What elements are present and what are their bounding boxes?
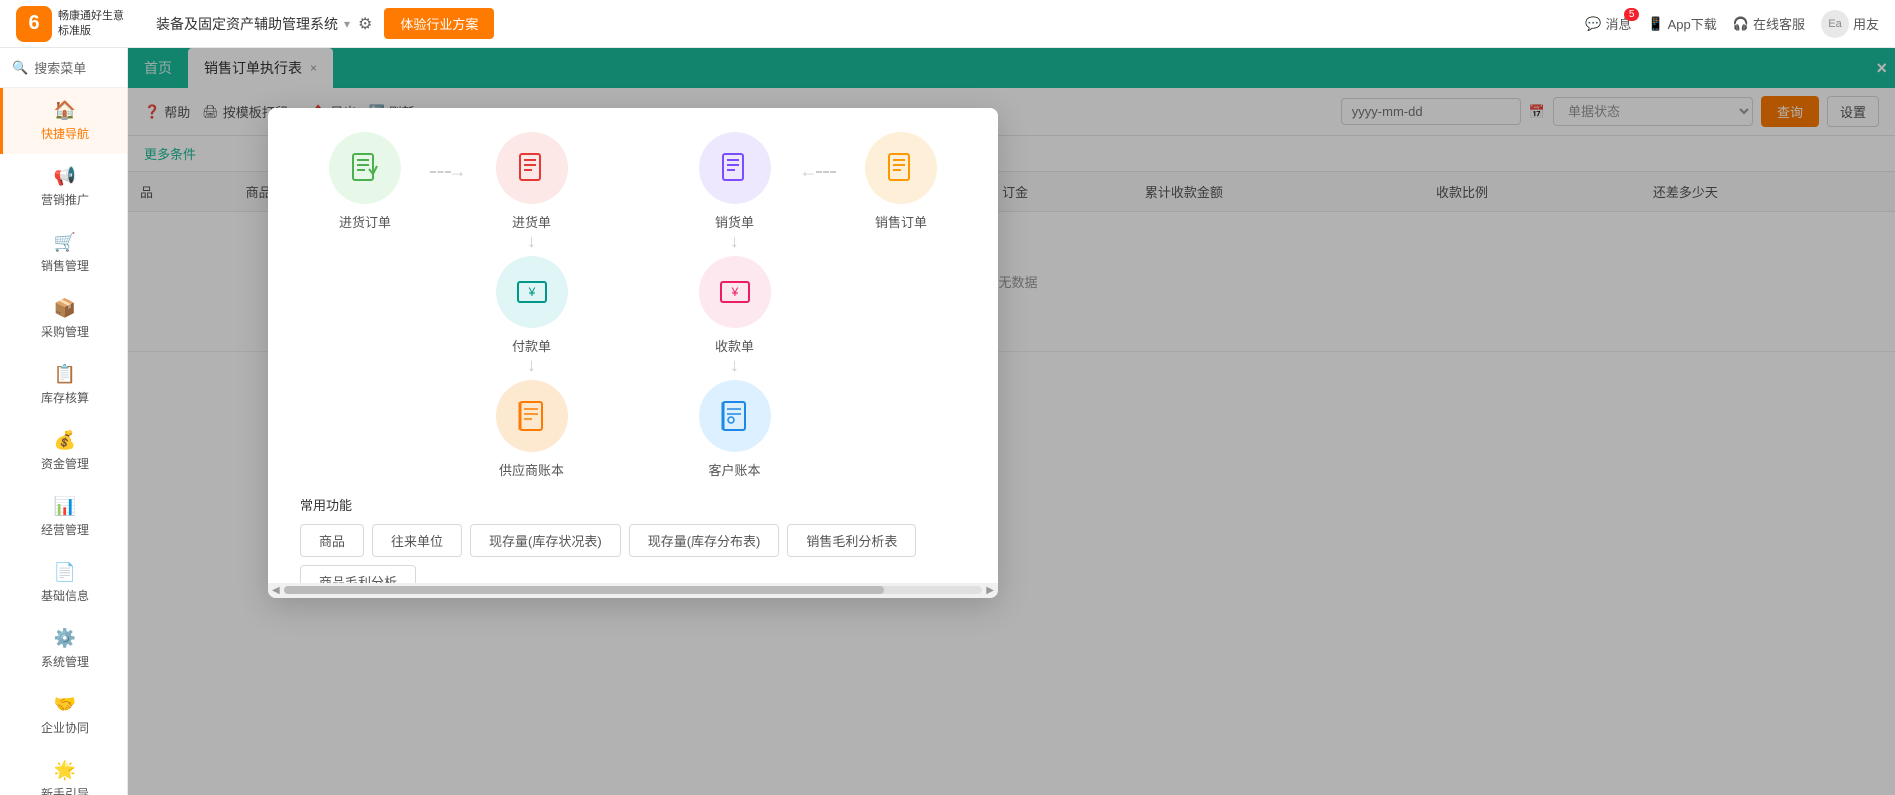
message-icon: 💬 (1585, 16, 1601, 32)
flow-row-3: 供应商账本 客户账本 (300, 380, 966, 479)
flow-node-payment[interactable]: ¥ 付款单 (467, 256, 597, 355)
message-badge: 5 (1624, 8, 1640, 21)
flow-row-1: 进货订单 → (300, 132, 966, 231)
sidebar-item-quick-nav[interactable]: 🏠 快捷导航 (0, 88, 127, 154)
enterprise-icon: 🤝 (54, 694, 76, 715)
headset-icon: 🎧 (1733, 16, 1749, 32)
payment-circle: ¥ (496, 256, 568, 328)
dropdown-arrow-icon[interactable]: ▾ (344, 17, 350, 31)
modal-scrollbar[interactable]: ◀ ▶ (268, 583, 998, 598)
sidebar-item-operations[interactable]: 📊 经营管理 (0, 484, 127, 550)
mobile-icon: 📱 (1647, 16, 1663, 32)
modal-overlay: 进货订单 → (128, 48, 1895, 795)
basic-info-icon: 📄 (54, 562, 76, 583)
sidebar-item-finance[interactable]: 💰 资金管理 (0, 418, 127, 484)
arrow-down-payment: ↓ (467, 355, 597, 376)
customer-ledger-circle (699, 380, 771, 452)
scroll-left-arrow[interactable]: ◀ (272, 585, 280, 596)
sales-icon: 🛒 (54, 232, 76, 253)
common-funcs-title: 常用功能 (300, 495, 966, 514)
common-functions-section: 常用功能 商品 往来单位 现存量(库存状况表) 现存量(库存分布表) 销售毛利分… (300, 495, 966, 583)
func-buttons-row1: 商品 往来单位 现存量(库存状况表) 现存量(库存分布表) 销售毛利分析表 商品… (300, 524, 966, 583)
top-bar: 6 畅康通好生意 标准版 装备及固定资产辅助管理系统 ▾ ⚙ 体验行业方案 💬 … (0, 0, 1895, 48)
func-btn-product[interactable]: 商品 (300, 524, 364, 557)
purchase-order-circle (329, 132, 401, 204)
modal-body: 进货订单 → (268, 108, 998, 583)
flow-node-customer-ledger[interactable]: 客户账本 (670, 380, 800, 479)
sidebar: 🔍 搜索菜单 🏠 快捷导航 📢 营销推广 🛒 销售管理 📦 采购管理 📋 (0, 48, 128, 795)
app-download-button[interactable]: 📱 App下载 (1647, 14, 1716, 33)
flow-node-purchase-order[interactable]: 进货订单 (300, 132, 430, 231)
inventory-icon: 📋 (54, 364, 76, 385)
finance-icon: 💰 (54, 430, 76, 451)
online-service-button[interactable]: 🎧 在线客服 (1733, 14, 1805, 33)
flow-node-supplier-ledger[interactable]: 供应商账本 (467, 380, 597, 479)
supplier-ledger-circle (496, 380, 568, 452)
arrow-down-purchase: ↓ (467, 231, 597, 252)
arrow-down-sale: ↓ (670, 231, 800, 252)
arrow-down-receipt: ↓ (670, 355, 800, 376)
svg-text:¥: ¥ (527, 285, 535, 299)
flow-node-receipt[interactable]: ¥ 收款单 (670, 256, 800, 355)
svg-text:¥: ¥ (730, 285, 738, 299)
logo-area: 6 畅康通好生意 标准版 (16, 6, 144, 42)
system-title: 装备及固定资产辅助管理系统 ▾ (156, 14, 350, 34)
arrow-sale-h: ← (800, 161, 837, 202)
func-btn-sales-profit[interactable]: 销售毛利分析表 (787, 524, 916, 557)
beginner-icon: 🌟 (54, 760, 76, 781)
avatar: Ea (1821, 10, 1849, 38)
sidebar-item-purchase[interactable]: 📦 采购管理 (0, 286, 127, 352)
marketing-icon: 📢 (54, 166, 76, 187)
sidebar-item-system[interactable]: ⚙️ 系统管理 (0, 616, 127, 682)
purchase-icon: 📦 (54, 298, 76, 319)
func-btn-inventory-status[interactable]: 现存量(库存状况表) (470, 524, 621, 557)
content-area: 首页 销售订单执行表 × × ❓ 帮助 🖨 按模板打印 ▾ (128, 48, 1895, 795)
main-area: 🔍 搜索菜单 🏠 快捷导航 📢 营销推广 🛒 销售管理 📦 采购管理 📋 (0, 48, 1895, 795)
arrow-purchase-h: → (430, 161, 467, 202)
flow-node-sale-order[interactable]: 销售订单 (836, 132, 966, 231)
func-btn-product-profit[interactable]: 商品毛利分析 (300, 565, 416, 583)
logo-text: 畅康通好生意 标准版 (58, 9, 124, 38)
app-container: 6 畅康通好生意 标准版 装备及固定资产辅助管理系统 ▾ ⚙ 体验行业方案 💬 … (0, 0, 1895, 795)
receipt-circle: ¥ (699, 256, 771, 328)
sidebar-item-enterprise[interactable]: 🤝 企业协同 (0, 682, 127, 748)
scroll-thumb[interactable] (284, 586, 884, 594)
sidebar-item-basic-info[interactable]: 📄 基础信息 (0, 550, 127, 616)
flow-row-arrows: ↓ ↓ (300, 231, 966, 252)
system-icon: ⚙️ (54, 628, 76, 649)
scroll-track[interactable] (284, 586, 983, 594)
user-profile-button[interactable]: Ea 用友 (1821, 10, 1879, 38)
flow-node-sale-slip[interactable]: 销货单 (670, 132, 800, 231)
search-menu[interactable]: 🔍 搜索菜单 (0, 48, 127, 88)
scroll-right-arrow[interactable]: ▶ (986, 585, 994, 596)
sale-order-circle (865, 132, 937, 204)
func-btn-counterparty[interactable]: 往来单位 (372, 524, 462, 557)
gear-button[interactable]: ⚙ (358, 14, 372, 34)
operations-icon: 📊 (54, 496, 76, 517)
flow-diagram: 进货订单 → (300, 132, 966, 479)
sidebar-item-marketing[interactable]: 📢 营销推广 (0, 154, 127, 220)
flow-row-2: ¥ 付款单 ¥ 收款单 (300, 256, 966, 355)
flow-modal: 进货订单 → (268, 108, 998, 598)
try-industry-button[interactable]: 体验行业方案 (384, 8, 494, 39)
purchase-slip-circle (496, 132, 568, 204)
flow-row-arrows2: ↓ ↓ (300, 355, 966, 376)
sidebar-item-beginner[interactable]: 🌟 新手引导 (0, 748, 127, 795)
message-button[interactable]: 💬 消息 5 (1585, 14, 1631, 33)
func-btn-inventory-dist[interactable]: 现存量(库存分布表) (629, 524, 780, 557)
sidebar-item-inventory[interactable]: 📋 库存核算 (0, 352, 127, 418)
top-right-area: 💬 消息 5 📱 App下载 🎧 在线客服 Ea 用友 (1585, 10, 1879, 38)
sidebar-item-sales[interactable]: 🛒 销售管理 (0, 220, 127, 286)
home-icon: 🏠 (54, 100, 76, 121)
sale-slip-circle (699, 132, 771, 204)
flow-node-purchase-slip[interactable]: 进货单 (467, 132, 597, 231)
logo-icon: 6 (16, 6, 52, 42)
search-icon: 🔍 (12, 60, 28, 76)
